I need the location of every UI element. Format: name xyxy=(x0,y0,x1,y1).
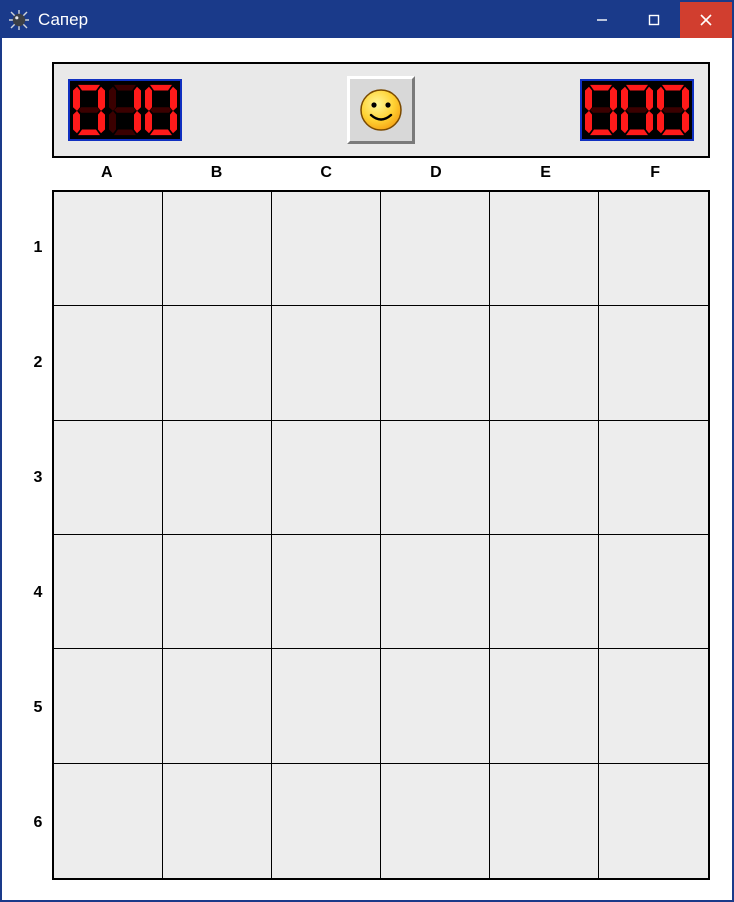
titlebar: Сапер xyxy=(2,2,732,38)
grid-cell[interactable] xyxy=(381,764,490,878)
grid-cell[interactable] xyxy=(272,192,381,306)
grid-cell[interactable] xyxy=(381,649,490,763)
grid-cell[interactable] xyxy=(490,421,599,535)
window-buttons xyxy=(576,2,732,38)
row-label: 6 xyxy=(24,765,52,880)
grid-cell[interactable] xyxy=(381,306,490,420)
grid-cell[interactable] xyxy=(54,764,163,878)
row-label: 2 xyxy=(24,305,52,420)
grid-cell[interactable] xyxy=(599,306,708,420)
grid-cell[interactable] xyxy=(490,649,599,763)
window-title: Сапер xyxy=(38,10,576,30)
header-panel xyxy=(52,62,710,158)
grid-cell[interactable] xyxy=(163,649,272,763)
grid-cell[interactable] xyxy=(54,421,163,535)
row-label: 3 xyxy=(24,420,52,535)
row-label: 5 xyxy=(24,650,52,765)
grid-cell[interactable] xyxy=(163,306,272,420)
grid-cell[interactable] xyxy=(272,535,381,649)
grid-cell[interactable] xyxy=(599,649,708,763)
row-label: 1 xyxy=(24,190,52,305)
minimize-button[interactable] xyxy=(576,2,628,38)
grid-cell[interactable] xyxy=(272,764,381,878)
grid-cell[interactable] xyxy=(163,421,272,535)
grid-cell[interactable] xyxy=(272,421,381,535)
play-area: 123456 xyxy=(24,190,710,880)
led-digit xyxy=(108,83,142,137)
column-label: F xyxy=(600,164,710,188)
grid-cell[interactable] xyxy=(381,421,490,535)
maximize-button[interactable] xyxy=(628,2,680,38)
grid-cell[interactable] xyxy=(54,192,163,306)
mine-counter xyxy=(68,79,182,141)
grid-cell[interactable] xyxy=(163,535,272,649)
client-area: ABCDEF 123456 xyxy=(2,38,732,900)
grid-cell[interactable] xyxy=(54,649,163,763)
close-button[interactable] xyxy=(680,2,732,38)
led-digit xyxy=(72,83,106,137)
mine-icon xyxy=(8,9,30,31)
grid-cell[interactable] xyxy=(272,649,381,763)
row-labels: 123456 xyxy=(24,190,52,880)
grid-cell[interactable] xyxy=(490,192,599,306)
column-labels: ABCDEF xyxy=(52,164,710,188)
column-label: E xyxy=(491,164,601,188)
smiley-button[interactable] xyxy=(347,76,415,144)
app-window: Сапер xyxy=(0,0,734,902)
led-digit xyxy=(584,83,618,137)
minefield-grid xyxy=(52,190,710,880)
column-label: B xyxy=(162,164,272,188)
grid-cell[interactable] xyxy=(599,192,708,306)
grid-cell[interactable] xyxy=(490,306,599,420)
row-label: 4 xyxy=(24,535,52,650)
grid-cell[interactable] xyxy=(381,192,490,306)
grid-cell[interactable] xyxy=(599,421,708,535)
column-label: D xyxy=(381,164,491,188)
grid-cell[interactable] xyxy=(54,535,163,649)
column-label: C xyxy=(271,164,381,188)
time-counter xyxy=(580,79,694,141)
smiley-icon xyxy=(359,88,403,132)
grid-cell[interactable] xyxy=(163,764,272,878)
led-digit xyxy=(144,83,178,137)
column-label: A xyxy=(52,164,162,188)
grid-cell[interactable] xyxy=(163,192,272,306)
grid-cell[interactable] xyxy=(54,306,163,420)
grid-cell[interactable] xyxy=(490,535,599,649)
grid-cell[interactable] xyxy=(599,764,708,878)
led-digit xyxy=(656,83,690,137)
led-digit xyxy=(620,83,654,137)
grid-cell[interactable] xyxy=(381,535,490,649)
grid-cell[interactable] xyxy=(599,535,708,649)
grid-cell[interactable] xyxy=(272,306,381,420)
grid-cell[interactable] xyxy=(490,764,599,878)
